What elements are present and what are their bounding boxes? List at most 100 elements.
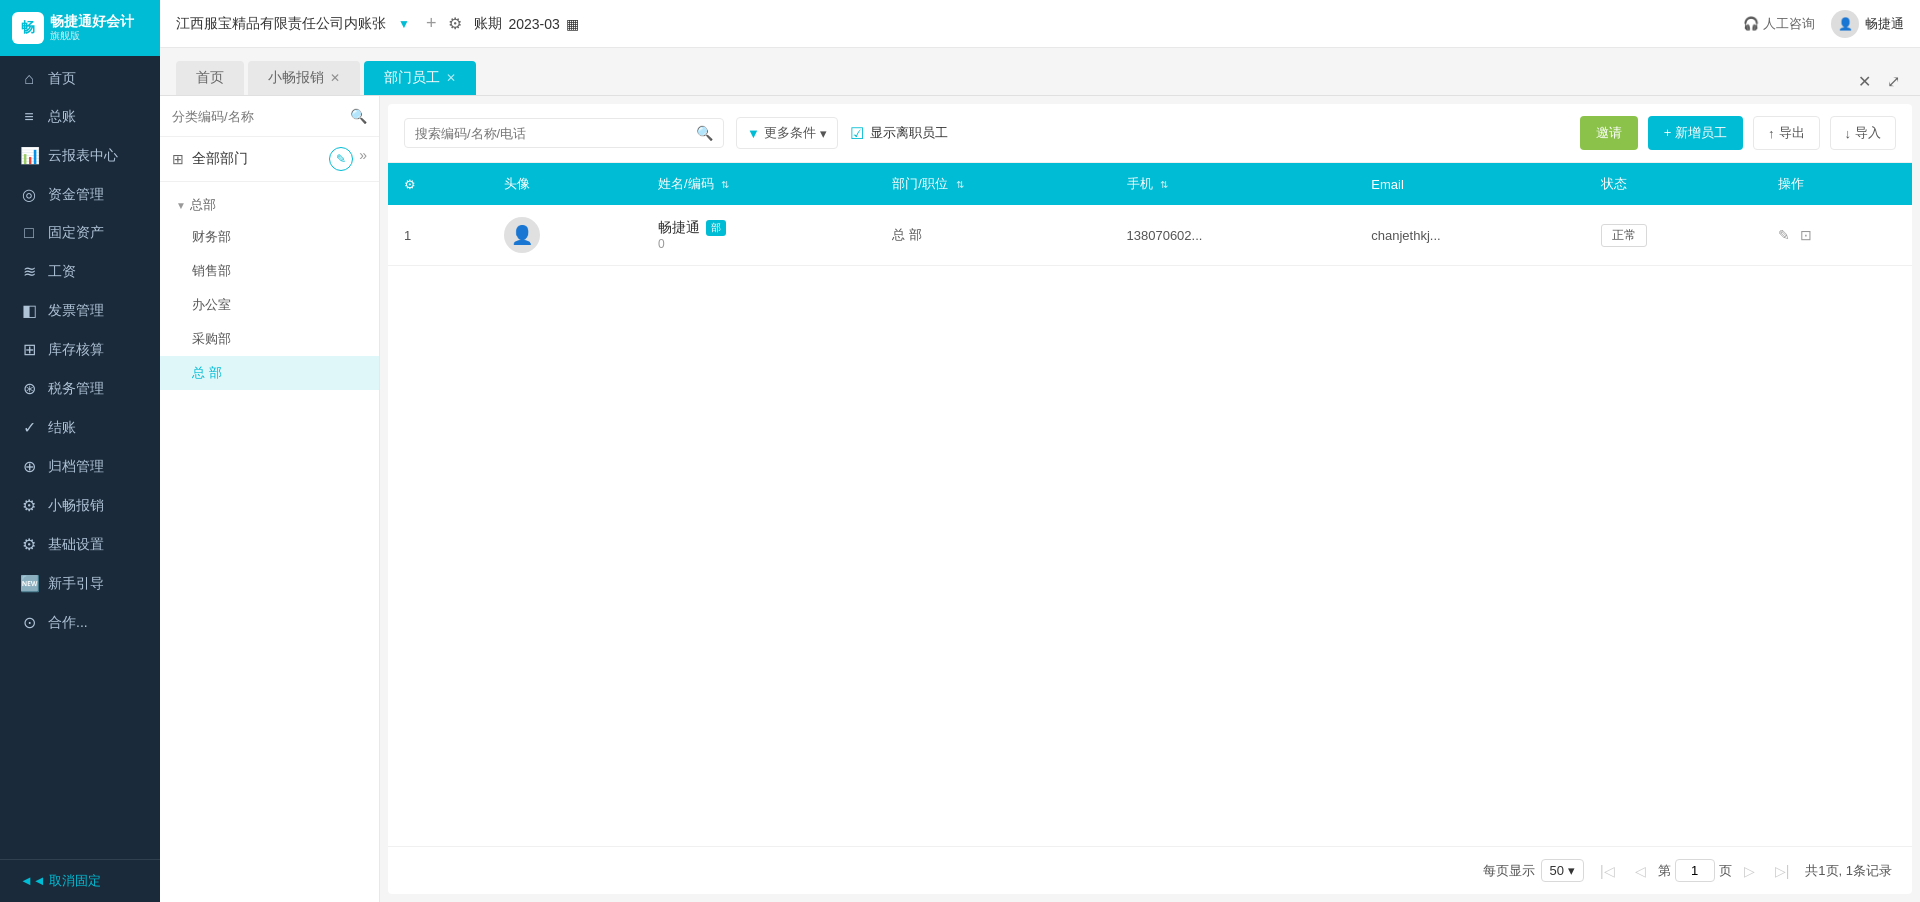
grid-icon: ⊞ [172, 151, 184, 167]
tab-department[interactable]: 部门员工 ✕ [364, 61, 476, 95]
main-content: 江西服宝精品有限责任公司内账张 ▼ + ⚙ 账期 2023-03 ▦ 🎧 人工咨… [160, 0, 1920, 902]
topbar: 江西服宝精品有限责任公司内账张 ▼ + ⚙ 账期 2023-03 ▦ 🎧 人工咨… [160, 0, 1920, 48]
sidebar-item-salary[interactable]: ≋ 工资 [0, 252, 160, 291]
dept-item-purchase[interactable]: 采购部 [160, 322, 379, 356]
sidebar-item-invoice-mgmt[interactable]: ◧ 发票管理 [0, 291, 160, 330]
page-number-input[interactable] [1675, 859, 1715, 882]
dept-item-office[interactable]: 办公室 [160, 288, 379, 322]
user-menu[interactable]: 👤 畅捷通 [1831, 10, 1904, 38]
sidebar-item-checkout[interactable]: ✓ 结账 [0, 408, 160, 447]
col-avatar: 头像 [488, 163, 642, 205]
logout-employee-icon[interactable]: ⊡ [1800, 227, 1812, 243]
pagination: 每页显示 50 ▾ |◁ ◁ 第 页 ▷ ▷| 共1页, 1条记录 [388, 846, 1912, 894]
add-company-button[interactable]: + [426, 13, 437, 34]
close-tab-button[interactable]: ✕ [1854, 68, 1875, 95]
department-search-input[interactable] [172, 109, 344, 124]
person-icon: 👤 [1838, 17, 1853, 31]
close-department-tab-icon[interactable]: ✕ [446, 71, 456, 85]
page-size-dropdown[interactable]: 50 ▾ [1541, 859, 1584, 882]
dept-collapse-icon[interactable]: » [359, 147, 367, 171]
row-name-code-cell: 畅捷通 部 0 [642, 205, 876, 266]
logo-name: 畅捷通好会计 [50, 13, 134, 30]
pagination-nav: |◁ ◁ 第 页 ▷ ▷| [1592, 859, 1797, 882]
salary-icon: ≋ [20, 262, 38, 281]
row-email-cell: chanjethkj... [1355, 205, 1585, 266]
status-badge: 正常 [1601, 224, 1647, 247]
employee-table: ⚙ 头像 姓名/编码 ⇅ 部门/职位 ⇅ [388, 163, 1912, 266]
cancel-fixed-button[interactable]: ◄◄ 取消固定 [0, 859, 160, 902]
department-search-box: 🔍 [160, 96, 379, 137]
import-icon: ↓ [1845, 126, 1852, 141]
col-dept-position[interactable]: 部门/职位 ⇅ [876, 163, 1110, 205]
dept-edit-button[interactable]: ✎ [329, 147, 353, 171]
period-value: 2023-03 [508, 16, 559, 32]
sidebar-item-basic-settings[interactable]: ⚙ 基础设置 [0, 525, 160, 564]
checkbox-icon: ☑ [850, 124, 864, 143]
employee-code: 0 [658, 237, 860, 251]
sidebar-nav: ⌂ 首页 ≡ 总账 📊 云报表中心 ◎ 资金管理 □ 固定资产 ≋ 工资 ◧ 发… [0, 56, 160, 859]
last-page-button[interactable]: ▷| [1767, 860, 1798, 882]
settings-gear-icon[interactable]: ⚙ [448, 14, 462, 33]
sidebar-item-xiao-chang[interactable]: ⚙ 小畅报销 [0, 486, 160, 525]
employee-toolbar: 🔍 ▼ 更多条件 ▾ ☑ 显示离职员工 邀请 + 新增员工 ↑ 导出 [388, 104, 1912, 163]
user-name: 畅捷通 [1865, 15, 1904, 33]
next-page-button[interactable]: ▷ [1736, 860, 1763, 882]
sidebar-item-fund-mgmt[interactable]: ◎ 资金管理 [0, 175, 160, 214]
employee-search-box: 🔍 [404, 118, 724, 148]
invite-button[interactable]: 邀请 [1580, 116, 1638, 150]
export-button[interactable]: ↑ 导出 [1753, 116, 1820, 150]
sidebar-item-general-ledger[interactable]: ≡ 总账 [0, 98, 160, 136]
close-expense-tab-icon[interactable]: ✕ [330, 71, 340, 85]
col-name-code[interactable]: 姓名/编码 ⇅ [642, 163, 876, 205]
prev-page-button[interactable]: ◁ [1627, 860, 1654, 882]
service-button[interactable]: 🎧 人工咨询 [1743, 15, 1815, 33]
row-dept-cell: 总 部 [876, 205, 1110, 266]
page-body: 🔍 ⊞ 全部部门 ✎ » ▼ 总部 财务部 销售部 办公室 采购部 总 部 [160, 96, 1920, 902]
archive-icon: ⊕ [20, 457, 38, 476]
col-gear[interactable]: ⚙ [388, 163, 488, 205]
sidebar-item-cloud-reports[interactable]: 📊 云报表中心 [0, 136, 160, 175]
employee-search-icon[interactable]: 🔍 [696, 125, 713, 141]
assets-icon: □ [20, 224, 38, 242]
first-page-button[interactable]: |◁ [1592, 860, 1623, 882]
sidebar-item-home[interactable]: ⌂ 首页 [0, 60, 160, 98]
employee-search-input[interactable] [415, 126, 690, 141]
sidebar-item-new-guide[interactable]: 🆕 新手引导 [0, 564, 160, 603]
sidebar-item-fixed-assets[interactable]: □ 固定资产 [0, 214, 160, 252]
row-status-cell: 正常 [1585, 205, 1762, 266]
sidebar-item-cooperate[interactable]: ⊙ 合作... [0, 603, 160, 642]
col-phone[interactable]: 手机 ⇅ [1111, 163, 1356, 205]
sidebar-item-inventory[interactable]: ⊞ 库存核算 [0, 330, 160, 369]
sidebar-item-tax-mgmt[interactable]: ⊛ 税务管理 [0, 369, 160, 408]
sidebar-item-archive-mgmt[interactable]: ⊕ 归档管理 [0, 447, 160, 486]
department-search-icon[interactable]: 🔍 [350, 108, 367, 124]
expand-tab-button[interactable]: ⤢ [1883, 68, 1904, 95]
more-filters-button[interactable]: ▼ 更多条件 ▾ [736, 117, 838, 149]
left-panel: 🔍 ⊞ 全部部门 ✎ » ▼ 总部 财务部 销售部 办公室 采购部 总 部 [160, 96, 380, 902]
dept-sort-icon: ⇅ [956, 179, 964, 190]
settings-icon: ⚙ [20, 535, 38, 554]
import-button[interactable]: ↓ 导入 [1830, 116, 1897, 150]
tab-home[interactable]: 首页 [176, 61, 244, 95]
dept-group-general: ▼ 总部 [160, 190, 379, 220]
row-index: 1 [388, 205, 488, 266]
dept-item-headquarters[interactable]: 总 部 [160, 356, 379, 390]
employee-table-container: ⚙ 头像 姓名/编码 ⇅ 部门/职位 ⇅ [388, 163, 1912, 846]
col-status: 状态 [1585, 163, 1762, 205]
page-label: 第 [1658, 862, 1671, 880]
dept-item-sales[interactable]: 销售部 [160, 254, 379, 288]
tab-home-label: 首页 [196, 69, 224, 87]
show-resigned-toggle[interactable]: ☑ 显示离职员工 [850, 124, 948, 143]
add-employee-button[interactable]: + 新增员工 [1648, 116, 1743, 150]
xiao-chang-icon: ⚙ [20, 496, 38, 515]
toolbar-right: 邀请 + 新增员工 ↑ 导出 ↓ 导入 [1580, 116, 1896, 150]
dept-item-finance[interactable]: 财务部 [160, 220, 379, 254]
edit-employee-icon[interactable]: ✎ [1778, 227, 1790, 243]
avatar: 👤 [1831, 10, 1859, 38]
tab-expense[interactable]: 小畅报销 ✕ [248, 61, 360, 95]
company-dropdown-icon[interactable]: ▼ [398, 17, 410, 31]
department-tree: ▼ 总部 财务部 销售部 办公室 采购部 总 部 [160, 182, 379, 902]
avatar: 👤 [504, 217, 540, 253]
calendar-icon[interactable]: ▦ [566, 16, 579, 32]
employee-name: 畅捷通 部 [658, 219, 860, 237]
